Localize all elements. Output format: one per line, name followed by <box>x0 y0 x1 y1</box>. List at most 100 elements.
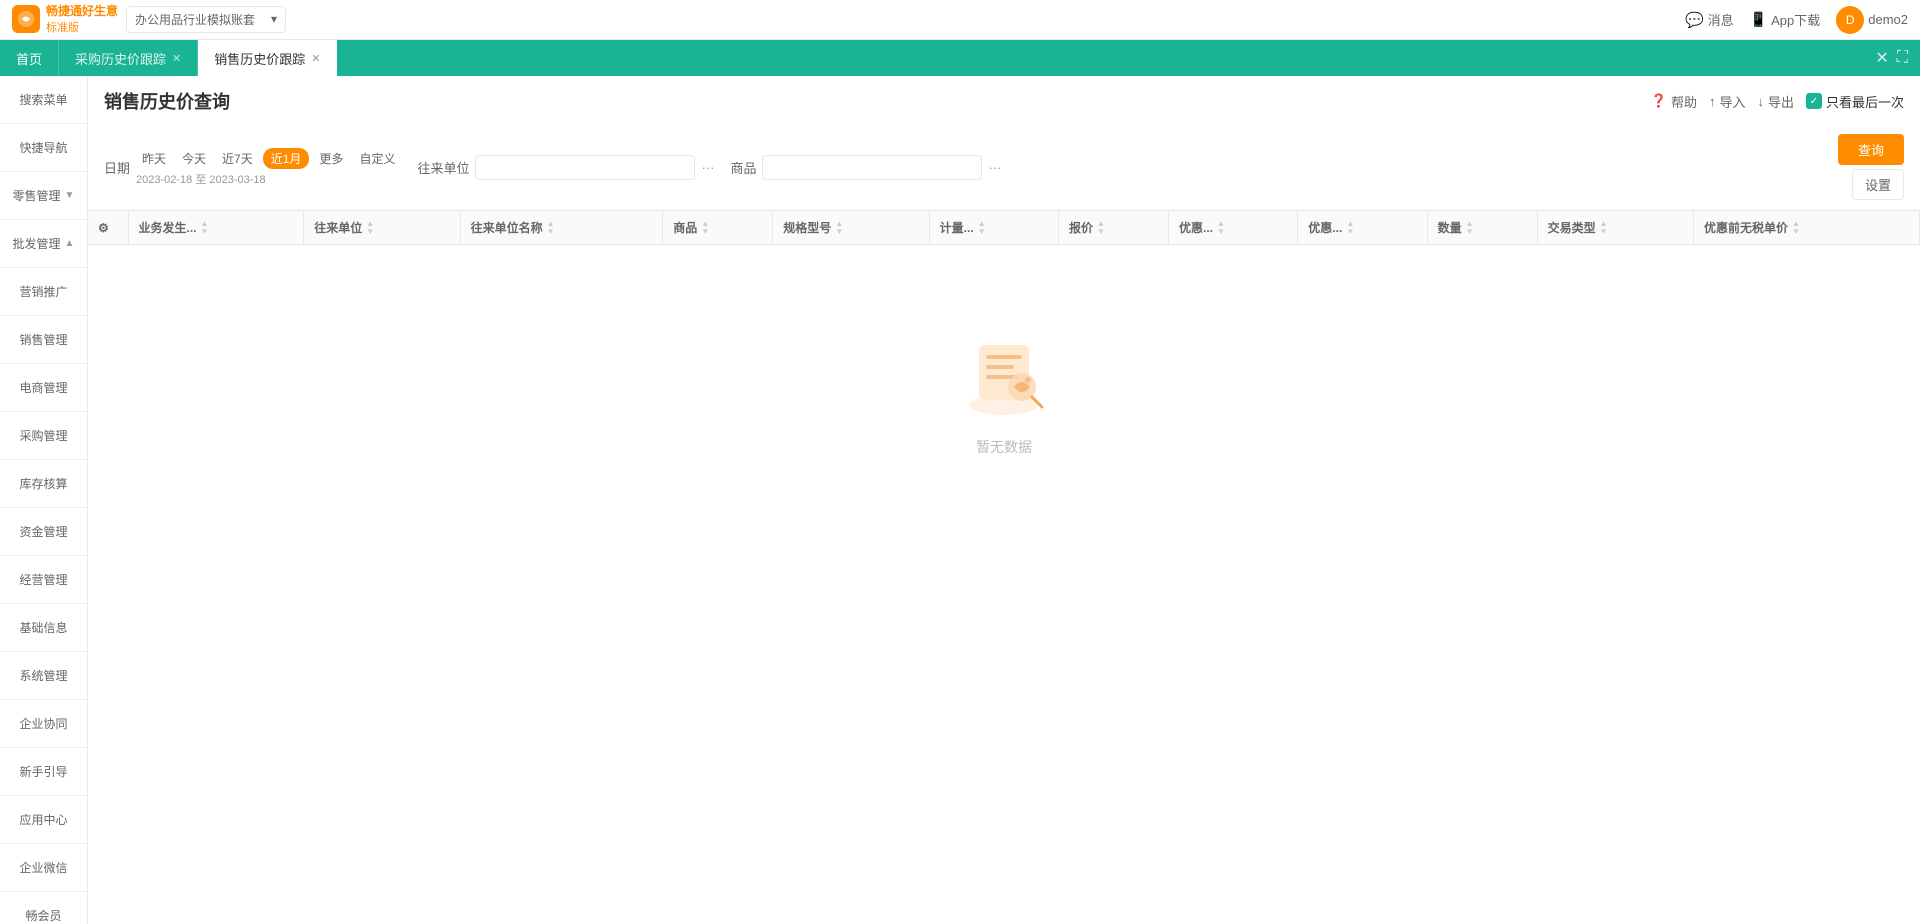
col-discount1[interactable]: 优惠... ▲▼ <box>1168 211 1297 245</box>
col-trade-type[interactable]: 交易类型 ▲▼ <box>1537 211 1693 245</box>
col-partner-name-label: 往来单位名称 <box>471 219 543 236</box>
export-icon: ↓ <box>1757 94 1764 109</box>
app-download-label: App下载 <box>1771 10 1820 29</box>
phone-icon: 📱 <box>1750 11 1767 28</box>
date-filter-area: 昨天 今天 近7天 近1月 更多 自定义 2023-02-18 至 2023-0… <box>136 148 401 187</box>
partner-filter-input[interactable] <box>475 155 695 180</box>
logo-sub-text: 标准版 <box>46 19 118 35</box>
only-last-checkbox[interactable] <box>1806 93 1822 109</box>
tab-sales-history-close[interactable]: ✕ <box>311 52 320 65</box>
col-unit[interactable]: 计量... ▲▼ <box>929 211 1058 245</box>
empty-text: 暂无数据 <box>976 437 1032 457</box>
sidebar-item-purchase-mgmt[interactable]: 采购管理 <box>0 412 87 460</box>
import-btn[interactable]: ↑ 导入 <box>1709 92 1746 111</box>
product-filter-input[interactable] <box>762 155 982 180</box>
export-label: 导出 <box>1768 92 1794 111</box>
only-last-checkbox-area[interactable]: 只看最后一次 <box>1806 92 1904 111</box>
maximize-window-icon[interactable]: ⛶ <box>1897 49 1908 67</box>
date-btn-yesterday[interactable]: 昨天 <box>136 148 172 169</box>
filter-right: 查询 设置 <box>1838 134 1904 200</box>
sidebar-item-quick-nav[interactable]: 快捷导航 <box>0 124 87 172</box>
sidebar-item-basic-info[interactable]: 基础信息 <box>0 604 87 652</box>
close-window-icon[interactable]: ✕ <box>1875 48 1888 68</box>
col-product[interactable]: 商品 ▲▼ <box>663 211 773 245</box>
tab-purchase-history[interactable]: 采购历史价跟踪 ✕ <box>59 40 198 76</box>
col-quantity-sort: ▲▼ <box>1466 220 1474 236</box>
system-mgmt-label: 系统管理 <box>19 667 67 684</box>
logo-text-area: 畅捷通好生意 标准版 <box>46 4 118 34</box>
sidebar-item-wholesale-mgmt[interactable]: 批发管理 ▲ <box>0 220 87 268</box>
sidebar-item-system-mgmt[interactable]: 系统管理 <box>0 652 87 700</box>
col-pretax-price-sort: ▲▼ <box>1792 220 1800 236</box>
col-pretax-price[interactable]: 优惠前无税单价 ▲▼ <box>1693 211 1919 245</box>
date-btn-today[interactable]: 今天 <box>176 148 212 169</box>
filter-bar: 日期 昨天 今天 近7天 近1月 更多 自定义 2023-02-18 至 202… <box>104 126 1904 210</box>
tab-sales-history[interactable]: 销售历史价跟踪 ✕ <box>198 40 337 76</box>
col-partner-code[interactable]: 往来单位 ▲▼ <box>304 211 460 245</box>
query-btn[interactable]: 查询 <box>1838 134 1904 165</box>
user-name: demo2 <box>1868 12 1908 27</box>
gear-icon: ⚙ <box>98 221 109 235</box>
col-unit-sort: ▲▼ <box>978 220 986 236</box>
partner-filter-label: 往来单位 <box>417 158 469 177</box>
ecommerce-label: 电商管理 <box>19 379 67 396</box>
settings-btn[interactable]: 设置 <box>1852 169 1904 200</box>
col-biz-date-sort: ▲▼ <box>201 220 209 236</box>
help-btn[interactable]: ❓ 帮助 <box>1651 92 1697 111</box>
sidebar-item-enterprise-wechat[interactable]: 企业微信 <box>0 844 87 892</box>
sidebar-item-sales-mgmt[interactable]: 销售管理 <box>0 316 87 364</box>
help-icon: ❓ <box>1651 93 1667 109</box>
col-biz-date[interactable]: 业务发生... ▲▼ <box>128 211 304 245</box>
header-right: 💬 消息 📱 App下载 D demo2 <box>1685 6 1908 34</box>
date-filter-label: 日期 <box>104 158 130 177</box>
sidebar-item-inventory[interactable]: 库存核算 <box>0 460 87 508</box>
company-selector-label: 办公用品行业模拟账套 <box>135 11 255 28</box>
date-btn-1month[interactable]: 近1月 <box>263 148 310 169</box>
tab-home[interactable]: 首页 <box>0 40 59 76</box>
import-icon: ↑ <box>1709 94 1716 109</box>
sidebar-item-finance-mgmt[interactable]: 资金管理 <box>0 508 87 556</box>
col-spec[interactable]: 规格型号 ▲▼ <box>773 211 929 245</box>
sidebar-item-app-center[interactable]: 应用中心 <box>0 796 87 844</box>
col-discount2[interactable]: 优惠... ▲▼ <box>1298 211 1427 245</box>
product-filter-label: 商品 <box>730 158 756 177</box>
only-last-label: 只看最后一次 <box>1826 92 1904 111</box>
sales-mgmt-label: 销售管理 <box>19 331 67 348</box>
data-table: ⚙ 业务发生... ▲▼ 往来单位 ▲▼ <box>88 211 1920 245</box>
company-selector[interactable]: 办公用品行业模拟账套 ▾ <box>126 6 286 33</box>
partner-dots-btn[interactable]: ··· <box>701 160 714 175</box>
sidebar-item-marketing[interactable]: 营销推广 <box>0 268 87 316</box>
beginner-guide-label: 新手引导 <box>19 763 67 780</box>
chevron-down-icon: ▾ <box>271 12 277 26</box>
window-controls: ✕ ⛶ <box>1863 48 1920 68</box>
sidebar-item-operations-mgmt[interactable]: 经营管理 <box>0 556 87 604</box>
col-quantity[interactable]: 数量 ▲▼ <box>1427 211 1537 245</box>
app-center-label: 应用中心 <box>19 811 67 828</box>
sidebar-item-ecommerce[interactable]: 电商管理 <box>0 364 87 412</box>
col-partner-code-sort: ▲▼ <box>366 220 374 236</box>
sidebar-item-beginner-guide[interactable]: 新手引导 <box>0 748 87 796</box>
date-btn-more[interactable]: 更多 <box>313 148 349 169</box>
user-profile-btn[interactable]: D demo2 <box>1836 6 1908 34</box>
date-btn-custom[interactable]: 自定义 <box>353 148 401 169</box>
col-partner-name[interactable]: 往来单位名称 ▲▼ <box>460 211 663 245</box>
sidebar-item-retail-mgmt[interactable]: 零售管理 ▼ <box>0 172 87 220</box>
sidebar-item-search-menu[interactable]: 搜索菜单 <box>0 76 87 124</box>
table-header-row: ⚙ 业务发生... ▲▼ 往来单位 ▲▼ <box>88 211 1920 245</box>
date-btn-7days[interactable]: 近7天 <box>216 148 259 169</box>
product-dots-btn[interactable]: ··· <box>988 160 1001 175</box>
col-product-label: 商品 <box>673 219 697 236</box>
app-download-btn[interactable]: 📱 App下载 <box>1750 10 1821 29</box>
col-partner-code-label: 往来单位 <box>314 219 362 236</box>
help-label: 帮助 <box>1671 92 1697 111</box>
sidebar-item-enterprise-collab[interactable]: 企业协同 <box>0 700 87 748</box>
partner-filter-group: 往来单位 ··· <box>417 155 714 180</box>
sidebar-item-vip-member[interactable]: 畅会员 <box>0 892 87 924</box>
tab-purchase-history-close[interactable]: ✕ <box>172 52 181 65</box>
col-gear[interactable]: ⚙ <box>88 211 128 245</box>
message-btn[interactable]: 💬 消息 <box>1685 10 1734 29</box>
export-btn[interactable]: ↓ 导出 <box>1757 92 1794 111</box>
search-menu-label: 搜索菜单 <box>19 91 67 108</box>
col-price[interactable]: 报价 ▲▼ <box>1058 211 1168 245</box>
top-header: 畅捷通好生意 标准版 办公用品行业模拟账套 ▾ 💬 消息 📱 App下载 D d… <box>0 0 1920 40</box>
